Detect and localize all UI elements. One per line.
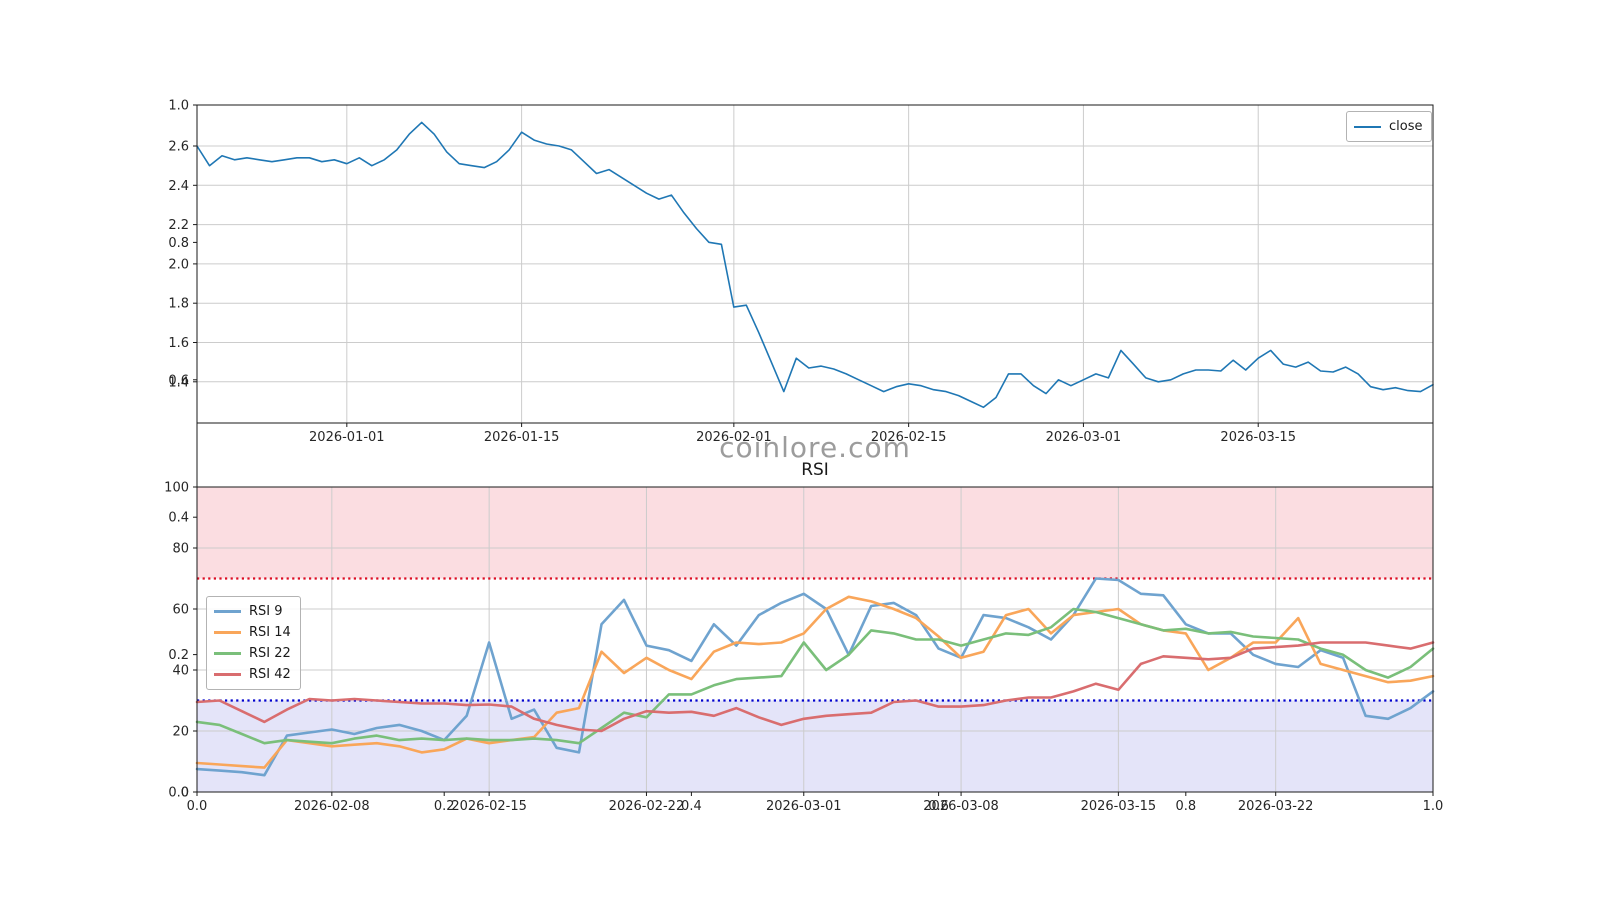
chart-figure: 2.6 2.4 2.2 2.0 1.8 1.6 1.4 2026-01-01 2026-01-1… bbox=[0, 0, 1600, 900]
overlay-y-tick-label: 0.2 bbox=[168, 648, 189, 663]
rsi-x-tick-label: 2026-03-01 bbox=[766, 799, 842, 814]
rsi-x-tick-label: 2026-03-15 bbox=[1081, 799, 1157, 814]
overbought-band bbox=[197, 487, 1433, 579]
overlay-x-tick-label: 0.4 bbox=[681, 799, 702, 814]
price-y-tick-label: 2.4 bbox=[168, 179, 189, 194]
rsi-x-tick-label: 2026-02-15 bbox=[451, 799, 527, 814]
overlay-x-tick-label: 0.2 bbox=[434, 799, 455, 814]
legend-label-rsi9: RSI 9 bbox=[249, 604, 283, 619]
price-y-tick-label: 1.8 bbox=[168, 297, 189, 312]
overlay-x-tick-label: 0.8 bbox=[1175, 799, 1196, 814]
rsi-panel-title: RSI bbox=[801, 460, 829, 480]
overlay-y-tick-label: 1.0 bbox=[168, 99, 189, 114]
overlay-y-tick-label: 0.6 bbox=[168, 373, 189, 388]
rsi-y-tick-label: 40 bbox=[172, 664, 189, 679]
overlay-y-tick-label: 0.8 bbox=[168, 236, 189, 251]
close-line bbox=[196, 121, 1434, 409]
rsi-x-tick-label: 2026-02-22 bbox=[609, 799, 685, 814]
rsi22-line-swatch-icon bbox=[214, 652, 241, 655]
rsi-y-tick-label: 60 bbox=[172, 603, 189, 618]
price-y-tick-label: 1.6 bbox=[168, 336, 189, 351]
rsi-legend: RSI 9 RSI 14 RSI 22 RSI 42 bbox=[206, 596, 301, 690]
price-legend: close bbox=[1346, 111, 1433, 142]
legend-item-close: close bbox=[1354, 116, 1422, 137]
legend-item-rsi14: RSI 14 bbox=[214, 622, 291, 643]
overlay-x-tick-label: 0.6 bbox=[928, 799, 949, 814]
legend-item-rsi9: RSI 9 bbox=[214, 601, 291, 622]
legend-label-close: close bbox=[1389, 119, 1423, 134]
price-x-tick-label: 2026-03-15 bbox=[1220, 430, 1296, 445]
legend-label-rsi14: RSI 14 bbox=[249, 625, 291, 640]
rsi-y-tick-label: 100 bbox=[164, 481, 189, 496]
legend-item-rsi42: RSI 42 bbox=[214, 664, 291, 685]
price-y-tick-label: 2.6 bbox=[168, 140, 189, 155]
rsi14-line-swatch-icon bbox=[214, 631, 241, 634]
close-line-swatch-icon bbox=[1354, 125, 1381, 128]
rsi-y-tick-label: 80 bbox=[172, 542, 189, 557]
legend-label-rsi42: RSI 42 bbox=[249, 667, 291, 682]
rsi-x-tick-label: 2026-02-08 bbox=[294, 799, 370, 814]
rsi-y-tick-label: 20 bbox=[172, 725, 189, 740]
rsi42-line-swatch-icon bbox=[214, 673, 241, 676]
legend-label-rsi22: RSI 22 bbox=[249, 646, 291, 661]
overlay-x-tick-label: 1.0 bbox=[1423, 799, 1444, 814]
rsi9-line-swatch-icon bbox=[214, 610, 241, 613]
price-y-tick-label: 2.2 bbox=[168, 218, 189, 233]
rsi-x-tick-label: 2026-03-22 bbox=[1238, 799, 1314, 814]
overlay-y-tick-label: 0.4 bbox=[168, 511, 189, 526]
price-x-tick-label: 2026-01-01 bbox=[309, 430, 385, 445]
overlay-x-tick-label: 0.0 bbox=[187, 799, 208, 814]
price-y-tick-label: 2.0 bbox=[168, 257, 189, 272]
oversold-band bbox=[197, 700, 1433, 792]
legend-item-rsi22: RSI 22 bbox=[214, 643, 291, 664]
